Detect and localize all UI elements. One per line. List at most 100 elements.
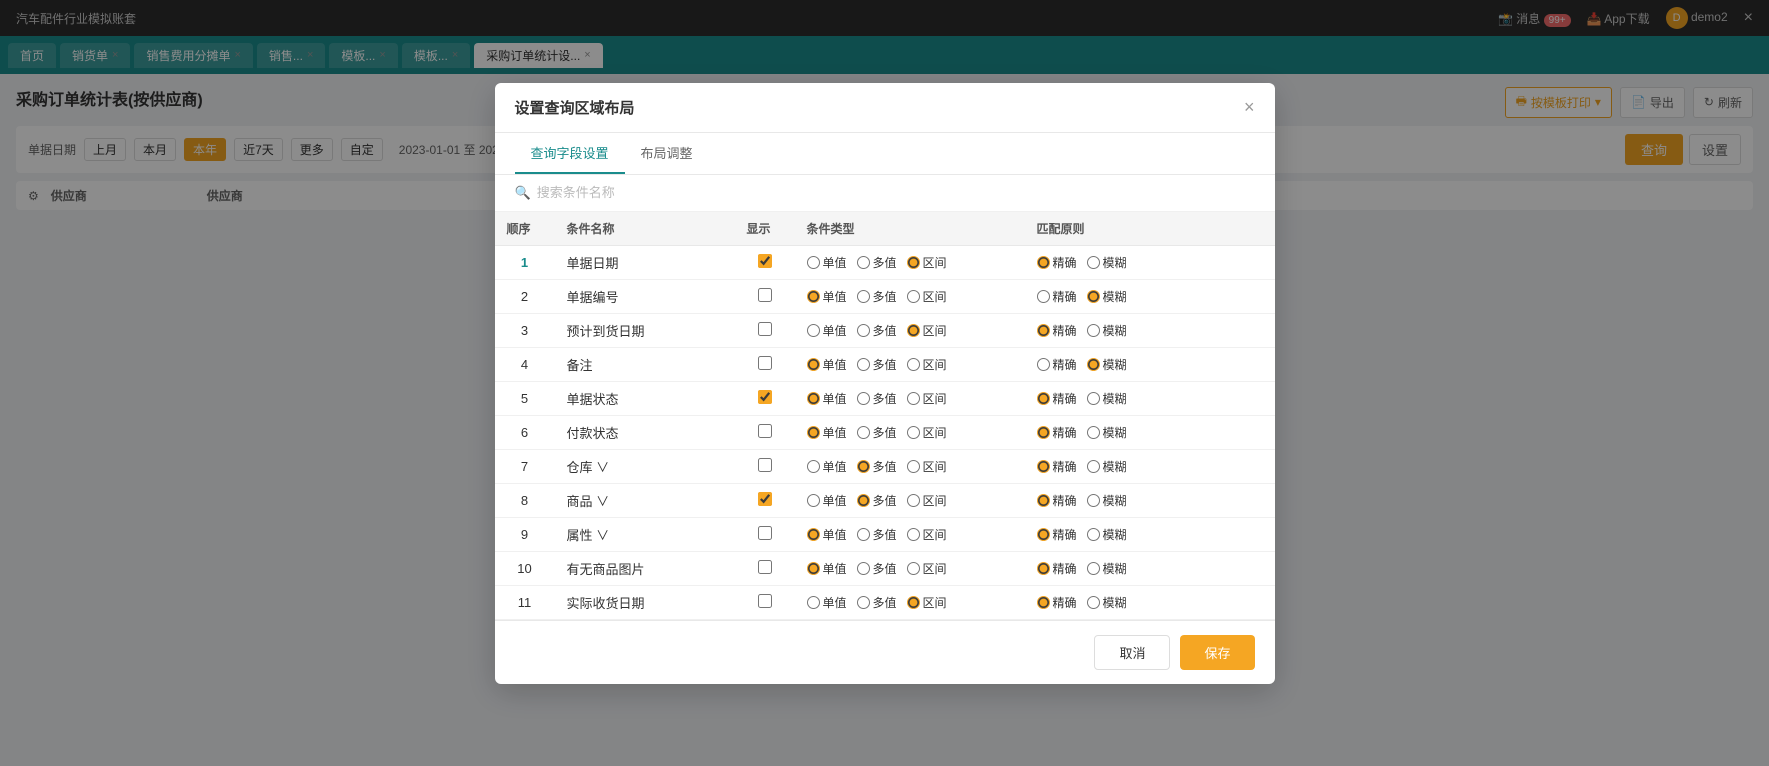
match-radio-label[interactable]: 模糊 [1087,594,1127,611]
type-radio[interactable] [857,290,870,303]
match-radio[interactable] [1087,324,1100,337]
match-radio[interactable] [1087,256,1100,269]
type-radio[interactable] [907,562,920,575]
type-radio[interactable] [807,290,820,303]
match-radio[interactable] [1037,426,1050,439]
match-radio[interactable] [1087,460,1100,473]
type-radio[interactable] [857,528,870,541]
match-radio-label[interactable]: 精确 [1037,560,1077,577]
type-radio[interactable] [907,494,920,507]
save-button[interactable]: 保存 [1180,635,1254,670]
type-radio-label[interactable]: 多值 [857,424,897,441]
display-checkbox[interactable] [758,424,772,438]
match-radio[interactable] [1037,256,1050,269]
type-radio[interactable] [907,358,920,371]
type-radio[interactable] [807,324,820,337]
type-radio[interactable] [857,256,870,269]
type-radio-label[interactable]: 多值 [857,390,897,407]
type-radio[interactable] [907,290,920,303]
type-radio[interactable] [857,562,870,575]
type-radio-label[interactable]: 单值 [807,424,847,441]
display-checkbox[interactable] [758,288,772,302]
type-radio[interactable] [807,596,820,609]
match-radio-label[interactable]: 模糊 [1087,458,1127,475]
type-radio[interactable] [857,392,870,405]
match-radio-label[interactable]: 精确 [1037,492,1077,509]
type-radio-label[interactable]: 区间 [907,356,947,373]
type-radio-label[interactable]: 区间 [907,424,947,441]
type-radio[interactable] [857,324,870,337]
tab-layout-adjustment[interactable]: 布局调整 [625,133,709,174]
match-radio-label[interactable]: 模糊 [1087,526,1127,543]
type-radio[interactable] [807,256,820,269]
match-radio-label[interactable]: 模糊 [1087,390,1127,407]
match-radio-label[interactable]: 模糊 [1087,492,1127,509]
type-radio-label[interactable]: 单值 [807,492,847,509]
match-radio[interactable] [1037,460,1050,473]
type-radio[interactable] [907,324,920,337]
type-radio[interactable] [907,256,920,269]
type-radio-label[interactable]: 单值 [807,560,847,577]
display-checkbox[interactable] [758,254,772,268]
display-checkbox[interactable] [758,356,772,370]
match-radio-label[interactable]: 模糊 [1087,356,1127,373]
type-radio[interactable] [907,426,920,439]
match-radio[interactable] [1087,562,1100,575]
display-checkbox[interactable] [758,594,772,608]
type-radio[interactable] [857,494,870,507]
type-radio[interactable] [857,596,870,609]
match-radio-label[interactable]: 模糊 [1087,288,1127,305]
match-radio-label[interactable]: 精确 [1037,458,1077,475]
tab-query-field-settings[interactable]: 查询字段设置 [515,133,625,174]
type-radio-label[interactable]: 区间 [907,458,947,475]
match-radio[interactable] [1037,358,1050,371]
type-radio-label[interactable]: 单值 [807,356,847,373]
dialog-close-button[interactable]: × [1244,98,1255,116]
type-radio-label[interactable]: 单值 [807,390,847,407]
match-radio-label[interactable]: 精确 [1037,594,1077,611]
match-radio[interactable] [1087,494,1100,507]
display-checkbox[interactable] [758,526,772,540]
type-radio-label[interactable]: 多值 [857,492,897,509]
display-checkbox[interactable] [758,322,772,336]
display-checkbox[interactable] [758,390,772,404]
match-radio[interactable] [1037,528,1050,541]
match-radio[interactable] [1037,392,1050,405]
match-radio[interactable] [1087,392,1100,405]
type-radio[interactable] [857,460,870,473]
type-radio-label[interactable]: 区间 [907,492,947,509]
match-radio[interactable] [1037,562,1050,575]
type-radio-label[interactable]: 区间 [907,390,947,407]
type-radio-label[interactable]: 区间 [907,288,947,305]
match-radio-label[interactable]: 精确 [1037,254,1077,271]
type-radio-label[interactable]: 区间 [907,560,947,577]
type-radio[interactable] [857,426,870,439]
match-radio-label[interactable]: 模糊 [1087,560,1127,577]
type-radio-label[interactable]: 单值 [807,254,847,271]
match-radio-label[interactable]: 模糊 [1087,322,1127,339]
type-radio-label[interactable]: 多值 [857,322,897,339]
match-radio-label[interactable]: 精确 [1037,526,1077,543]
match-radio-label[interactable]: 精确 [1037,322,1077,339]
match-radio[interactable] [1037,494,1050,507]
type-radio-label[interactable]: 区间 [907,594,947,611]
match-radio[interactable] [1037,324,1050,337]
type-radio[interactable] [807,392,820,405]
type-radio-label[interactable]: 多值 [857,356,897,373]
display-checkbox[interactable] [758,560,772,574]
search-input[interactable] [537,185,1255,200]
type-radio-label[interactable]: 多值 [857,526,897,543]
type-radio[interactable] [807,562,820,575]
display-checkbox[interactable] [758,492,772,506]
type-radio[interactable] [807,528,820,541]
type-radio-label[interactable]: 单值 [807,322,847,339]
type-radio-label[interactable]: 单值 [807,458,847,475]
type-radio[interactable] [907,460,920,473]
match-radio[interactable] [1087,426,1100,439]
match-radio-label[interactable]: 精确 [1037,356,1077,373]
type-radio-label[interactable]: 多值 [857,288,897,305]
match-radio[interactable] [1037,596,1050,609]
type-radio[interactable] [907,392,920,405]
type-radio-label[interactable]: 区间 [907,254,947,271]
type-radio[interactable] [807,426,820,439]
